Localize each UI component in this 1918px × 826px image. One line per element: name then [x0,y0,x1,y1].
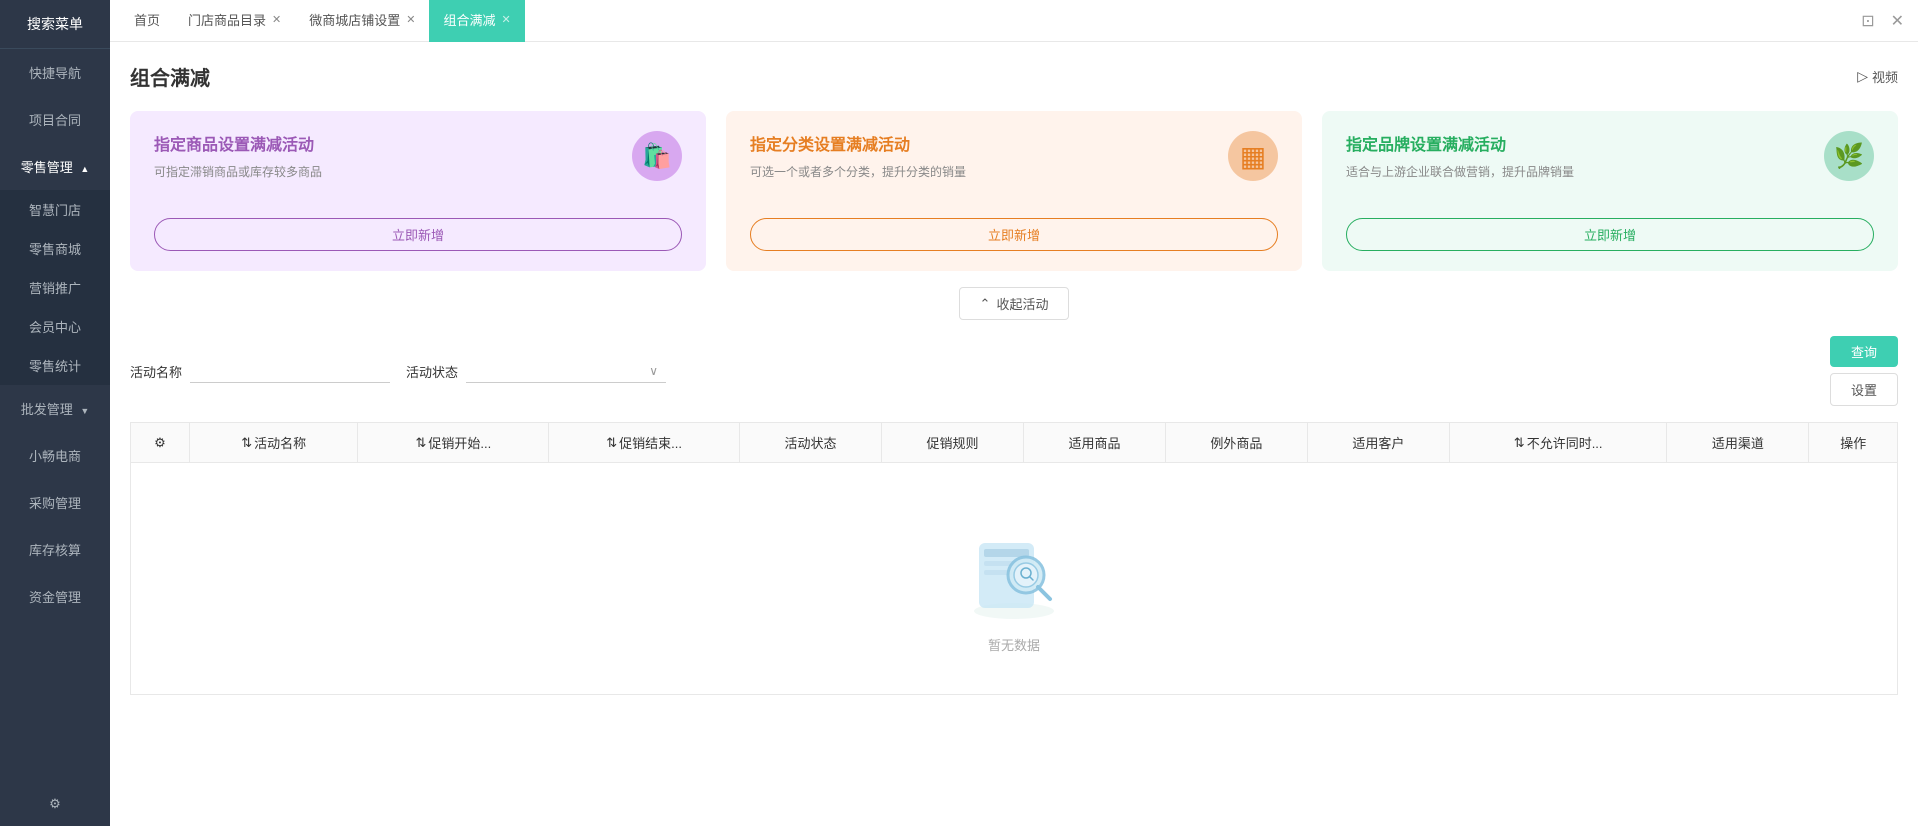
collapse-bar: ⌃ 收起活动 [130,287,1898,320]
promo-card-brand: 指定品牌设置满减活动 适合与上游企业联合做营销，提升品牌销量 🌿 立即新增 [1322,111,1898,271]
collapse-button[interactable]: ⌃ 收起活动 [959,287,1070,320]
tab-home[interactable]: 首页 [120,0,174,42]
sort-promo-start-icon[interactable]: ⇅ [415,435,426,451]
tab-store-catalog[interactable]: 门店商品目录 ✕ [174,0,295,42]
add-brand-promo-button[interactable]: 立即新增 [1346,218,1874,251]
promo-cards: 指定商品设置满减活动 可指定滞销商品或库存较多商品 🛍️ 立即新增 指定分类设置… [130,111,1898,271]
tab-bar: 首页 门店商品目录 ✕ 微商城店铺设置 ✕ 组合满减 ✕ ⊡ ✕ [110,0,1918,42]
retail-arrow-icon: ▲ [80,164,89,174]
collapse-up-icon: ⌃ [980,296,991,312]
promo-card-brand-title: 指定品牌设置满减活动 [1346,131,1874,155]
close-tab-store-catalog-icon[interactable]: ✕ [272,13,281,26]
sidebar-item-retail-stats[interactable]: 零售统计 [0,346,110,385]
sort-promo-end-icon[interactable]: ⇅ [606,435,617,451]
promo-card-category-icon: ▦ [1228,131,1278,181]
promo-card-product-icon: 🛍️ [632,131,682,181]
sidebar-item-retail-management[interactable]: 零售管理 ▲ [0,143,110,190]
col-activity-status: 活动状态 [740,423,882,463]
promo-card-category-desc: 可选一个或者多个分类，提升分类的销量 [750,163,1278,180]
window-controls: ⊡ ✕ [1857,9,1908,33]
promo-card-brand-desc: 适合与上游企业联合做营销，提升品牌销量 [1346,163,1874,180]
activity-status-select[interactable]: 进行中 未开始 已结束 [466,359,666,383]
empty-text: 暂无数据 [131,635,1897,654]
promo-card-category: 指定分类设置满减活动 可选一个或者多个分类，提升分类的销量 ▦ 立即新增 [726,111,1302,271]
close-tab-wechat-store-icon[interactable]: ✕ [406,13,415,26]
sort-activity-name-icon[interactable]: ⇅ [241,435,252,451]
search-bar: 活动名称 活动状态 进行中 未开始 已结束 查询 设置 [130,336,1898,406]
wholesale-arrow-icon: ▼ [80,406,89,416]
main-content: 首页 门店商品目录 ✕ 微商城店铺设置 ✕ 组合满减 ✕ ⊡ ✕ 组合满减 ▷ … [110,0,1918,826]
sidebar-item-purchase[interactable]: 采购管理 [0,479,110,526]
empty-illustration [954,523,1074,623]
page-content-area: 组合满减 ▷ 视频 指定商品设置满减活动 可指定滞销商品或库存较多商品 🛍️ 立… [110,42,1918,826]
empty-state: 暂无数据 [131,463,1897,694]
tab-wechat-store[interactable]: 微商城店铺设置 ✕ [295,0,429,42]
query-button[interactable]: 查询 [1830,336,1898,367]
add-product-promo-button[interactable]: 立即新增 [154,218,682,251]
activity-status-label: 活动状态 [406,362,458,381]
sidebar-item-marketing[interactable]: 营销推广 [0,268,110,307]
tab-combo-discount[interactable]: 组合满减 ✕ [429,0,524,42]
col-applicable-goods: 适用商品 [1023,423,1165,463]
col-excluded-goods: 例外商品 [1165,423,1307,463]
sort-not-allow-icon[interactable]: ⇅ [1514,435,1525,451]
activity-name-field: 活动名称 [130,359,390,383]
col-activity-name: ⇅ 活动名称 [189,423,358,463]
gear-button[interactable]: ⚙ [0,782,110,826]
sidebar-item-member-center[interactable]: 会员中心 [0,307,110,346]
settings-button[interactable]: 设置 [1830,373,1898,406]
col-not-allow: ⇅ 不允许同时... [1449,423,1667,463]
sidebar-search[interactable]: 搜索菜单 [0,0,110,49]
data-table: ⚙ ⇅ 活动名称 ⇅ 促销开始... [130,422,1898,695]
col-applicable-channel: 适用渠道 [1667,423,1809,463]
close-tab-combo-discount-icon[interactable]: ✕ [502,13,511,26]
sidebar-item-xiaochang[interactable]: 小畅电商 [0,432,110,479]
activity-name-label: 活动名称 [130,362,182,381]
col-settings[interactable]: ⚙ [131,423,190,463]
sidebar-item-retail-mall[interactable]: 零售商城 [0,229,110,268]
minimize-button[interactable]: ⊡ [1857,9,1878,33]
sidebar-item-quick-nav[interactable]: 快捷导航 [0,49,110,96]
sidebar-item-project-contract[interactable]: 项目合同 [0,96,110,143]
settings-col-icon: ⚙ [154,435,166,450]
play-icon: ▷ [1857,68,1868,85]
promo-card-brand-icon: 🌿 [1824,131,1874,181]
sidebar-item-finance[interactable]: 资金管理 [0,573,110,620]
col-promo-rule: 促销规则 [882,423,1024,463]
activity-name-input[interactable] [190,359,390,383]
add-category-promo-button[interactable]: 立即新增 [750,218,1278,251]
sidebar: 搜索菜单 快捷导航 项目合同 零售管理 ▲ 智慧门店 零售商城 营销推广 会员中… [0,0,110,826]
close-button[interactable]: ✕ [1887,9,1908,33]
activity-status-field: 活动状态 进行中 未开始 已结束 [406,359,666,383]
sidebar-item-wholesale[interactable]: 批发管理 ▼ [0,385,110,432]
promo-card-product: 指定商品设置满减活动 可指定滞销商品或库存较多商品 🛍️ 立即新增 [130,111,706,271]
sidebar-item-smart-store[interactable]: 智慧门店 [0,190,110,229]
col-operation: 操作 [1809,423,1898,463]
page-title: 组合满减 [130,62,210,91]
promo-card-product-desc: 可指定滞销商品或库存较多商品 [154,163,682,180]
col-promo-start: ⇅ 促销开始... [358,423,549,463]
promo-card-product-title: 指定商品设置满减活动 [154,131,682,155]
search-actions: 查询 设置 [1830,336,1898,406]
video-link[interactable]: ▷ 视频 [1857,67,1898,86]
col-promo-end: ⇅ 促销结束... [549,423,740,463]
col-applicable-customer: 适用客户 [1307,423,1449,463]
promo-card-category-title: 指定分类设置满减活动 [750,131,1278,155]
sidebar-item-inventory[interactable]: 库存核算 [0,526,110,573]
page-header: 组合满减 ▷ 视频 [130,62,1898,91]
